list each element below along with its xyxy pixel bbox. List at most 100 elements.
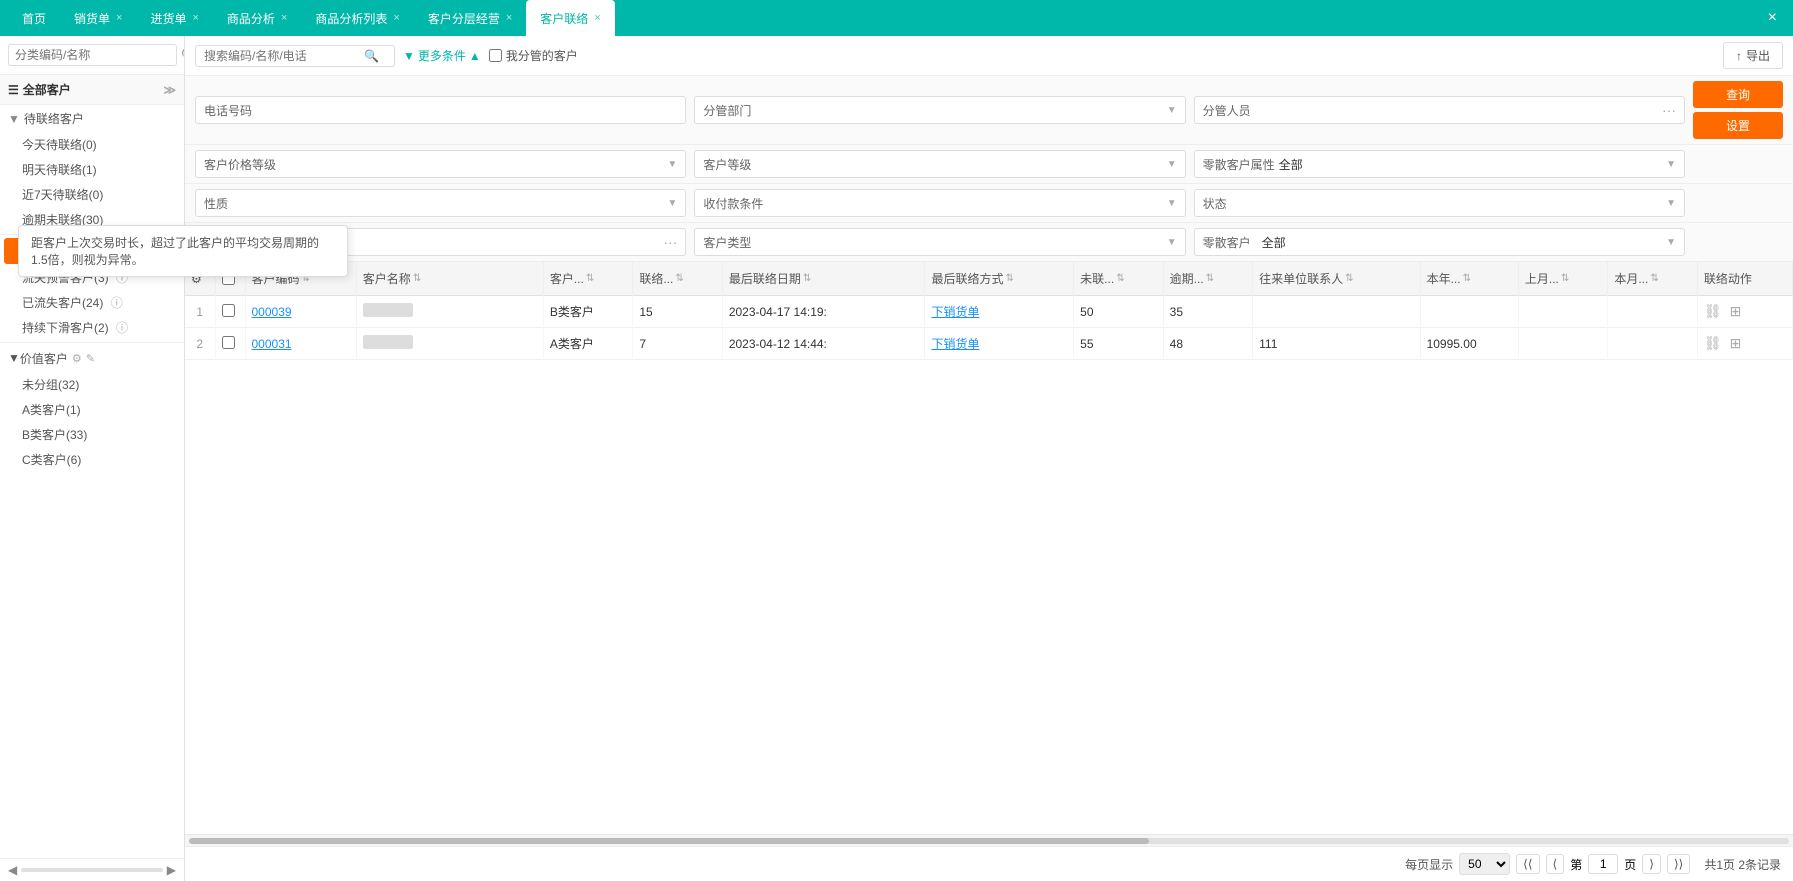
- sort-icon-contact[interactable]: ⇅: [675, 273, 683, 284]
- nav-customer-contact[interactable]: 客户联络 ×: [526, 0, 614, 36]
- retail-customer-filter[interactable]: 零散客户 全部 ▼: [1194, 228, 1685, 256]
- retail-attr-filter[interactable]: 零散客户属性 全部 ▼: [1194, 150, 1685, 178]
- row-type-2: A类客户: [543, 328, 632, 360]
- row-last-method-1[interactable]: 下销货单: [925, 296, 1074, 328]
- sidebar-item-c-class[interactable]: C类客户(6): [0, 447, 184, 472]
- row-checkbox-2[interactable]: [215, 328, 245, 360]
- phone-filter[interactable]: 电话号码: [195, 96, 686, 124]
- data-table-container: ⚙ 客户编码 ⇅ 客户名称: [185, 262, 1793, 834]
- close-sales-order-icon[interactable]: ×: [116, 12, 122, 24]
- search-input[interactable]: [204, 49, 364, 63]
- page-input[interactable]: [1588, 854, 1618, 874]
- settings-icon-small[interactable]: ⚙: [72, 352, 82, 365]
- per-page-select[interactable]: 50 100 200: [1459, 853, 1510, 875]
- settings-button[interactable]: 设置: [1693, 112, 1783, 139]
- level-filter[interactable]: 客户等级 ▼: [694, 150, 1185, 178]
- row-name-2[interactable]: [356, 328, 543, 360]
- first-page-button[interactable]: ⟨⟨: [1516, 854, 1539, 874]
- more-dots-icon[interactable]: ···: [663, 234, 677, 250]
- nav-home[interactable]: 首页: [8, 0, 60, 36]
- sort-icon-type[interactable]: ⇅: [586, 273, 594, 284]
- my-customers-checkbox[interactable]: 我分管的客户: [489, 47, 578, 64]
- price-level-filter[interactable]: 客户价格等级 ▼: [195, 150, 686, 178]
- sidebar-prev-icon[interactable]: ◀: [8, 863, 17, 877]
- sidebar-item-b-class[interactable]: B类客户(33): [0, 422, 184, 447]
- nav-sales-order[interactable]: 销货单 ×: [60, 0, 136, 36]
- close-product-analysis-list-icon[interactable]: ×: [393, 12, 399, 24]
- sidebar-item-ungrouped[interactable]: 未分组(32): [0, 372, 184, 397]
- next-page-button[interactable]: ⟩: [1642, 854, 1661, 874]
- link-icon-1[interactable]: ⛓: [1704, 303, 1722, 320]
- sort-icon-uncontacted[interactable]: ⇅: [1116, 273, 1124, 284]
- nav-customer-tier[interactable]: 客户分层经营 ×: [414, 0, 526, 36]
- row-code-2[interactable]: 000031: [245, 328, 356, 360]
- sort-icon-date[interactable]: ⇅: [803, 273, 811, 284]
- info-icon-declining: ⓘ: [116, 321, 128, 335]
- gender-filter[interactable]: 性质 ▼: [195, 189, 686, 217]
- sidebar-item-7days-contact[interactable]: 近7天待联络(0): [0, 182, 184, 207]
- sidebar-item-churned[interactable]: 已流失客户(24) ⓘ: [0, 290, 184, 315]
- top-navigation: 首页 销货单 × 进货单 × 商品分析 × 商品分析列表 × 客户分层经营 × …: [0, 0, 1793, 36]
- person-dots-icon[interactable]: ···: [1662, 102, 1676, 118]
- sort-icon-last-month[interactable]: ⇅: [1561, 273, 1569, 284]
- advanced-filter-row3: 性质 ▼ 收付款条件 ▼ 状态 ▼: [185, 184, 1793, 223]
- sidebar-section-pending[interactable]: ▼ 待联络客户: [0, 105, 184, 132]
- last-page-button[interactable]: ⟩⟩: [1667, 854, 1690, 874]
- sort-icon-overdue[interactable]: ⇅: [1206, 273, 1214, 284]
- close-customer-contact-icon[interactable]: ×: [594, 12, 600, 24]
- grid-icon-2[interactable]: ⊞: [1730, 335, 1742, 352]
- sort-icon-this-year[interactable]: ⇅: [1463, 273, 1471, 284]
- my-customers-check[interactable]: [489, 49, 502, 62]
- sidebar-item-a-class[interactable]: A类客户(1): [0, 397, 184, 422]
- close-customer-tier-icon[interactable]: ×: [506, 12, 512, 24]
- window-close-button[interactable]: ×: [1760, 9, 1785, 27]
- row-contact-person-2: 111: [1253, 328, 1420, 360]
- advanced-filter-row4: ··· 客户类型 ▼ 零散客户 全部 ▼: [185, 223, 1793, 262]
- sidebar-item-declining[interactable]: 持续下滑客户(2) ⓘ: [0, 315, 184, 340]
- row-1-checkbox[interactable]: [222, 304, 235, 317]
- link-icon-2[interactable]: ⛓: [1704, 335, 1722, 352]
- nav-purchase-order[interactable]: 进货单 ×: [136, 0, 212, 36]
- sort-icon-name[interactable]: ⇅: [413, 273, 421, 284]
- row-name-1[interactable]: [356, 296, 543, 328]
- close-purchase-order-icon[interactable]: ×: [192, 12, 198, 24]
- row-2-checkbox[interactable]: [222, 336, 235, 349]
- dept-filter[interactable]: 分管部门 ▼: [694, 96, 1185, 124]
- price-level-dropdown-icon: ▼: [667, 159, 677, 170]
- th-customer-name: 客户名称 ⇅: [356, 262, 543, 296]
- sidebar-item-today-contact[interactable]: 今天待联络(0): [0, 132, 184, 157]
- status-filter[interactable]: 状态 ▼: [1194, 189, 1685, 217]
- grid-icon-1[interactable]: ⊞: [1730, 303, 1742, 320]
- payment-filter[interactable]: 收付款条件 ▼: [694, 189, 1185, 217]
- sort-icon-this-month[interactable]: ⇅: [1650, 273, 1658, 284]
- sidebar-next-icon[interactable]: ▶: [167, 863, 176, 877]
- row-last-month-2: [1518, 328, 1607, 360]
- query-button[interactable]: 查询: [1693, 81, 1783, 108]
- row-checkbox-1[interactable]: [215, 296, 245, 328]
- sidebar-all-customers-header[interactable]: ☰ 全部客户 ≫: [0, 75, 184, 105]
- customer-type-filter[interactable]: 客户类型 ▼: [694, 228, 1185, 256]
- search-icon[interactable]: 🔍: [364, 49, 379, 63]
- sidebar-collapse-icon[interactable]: ≫: [163, 83, 176, 97]
- prev-page-button[interactable]: ⟨: [1546, 854, 1565, 874]
- nav-product-analysis-list[interactable]: 商品分析列表 ×: [301, 0, 413, 36]
- sidebar-search-area: 🔍: [0, 36, 184, 75]
- sidebar-item-tomorrow-contact[interactable]: 明天待联络(1): [0, 157, 184, 182]
- sort-icon-method[interactable]: ⇅: [1005, 273, 1013, 284]
- close-product-analysis-icon[interactable]: ×: [281, 12, 287, 24]
- edit-icon-small[interactable]: ✎: [86, 352, 95, 365]
- scrollbar-thumb[interactable]: [189, 838, 1149, 844]
- nav-product-analysis[interactable]: 商品分析 ×: [213, 0, 301, 36]
- sidebar-value-clients-header[interactable]: ▼ 价值客户 ⚙ ✎: [0, 345, 184, 372]
- sort-icon-person[interactable]: ⇅: [1345, 273, 1353, 284]
- sidebar-bottom-nav: ◀ ▶: [0, 858, 184, 881]
- more-conditions-button[interactable]: ▼ 更多条件 ▲: [403, 47, 481, 64]
- export-button[interactable]: ↑ 导出: [1723, 42, 1783, 69]
- scrollbar-track[interactable]: [189, 838, 1789, 844]
- sidebar-search-input[interactable]: [8, 44, 177, 66]
- row-contact-count-1: 15: [633, 296, 722, 328]
- row-last-method-2[interactable]: 下销货单: [925, 328, 1074, 360]
- row-code-1[interactable]: 000039: [245, 296, 356, 328]
- horizontal-scrollbar[interactable]: [185, 834, 1793, 846]
- person-filter[interactable]: 分管人员 ···: [1194, 96, 1685, 124]
